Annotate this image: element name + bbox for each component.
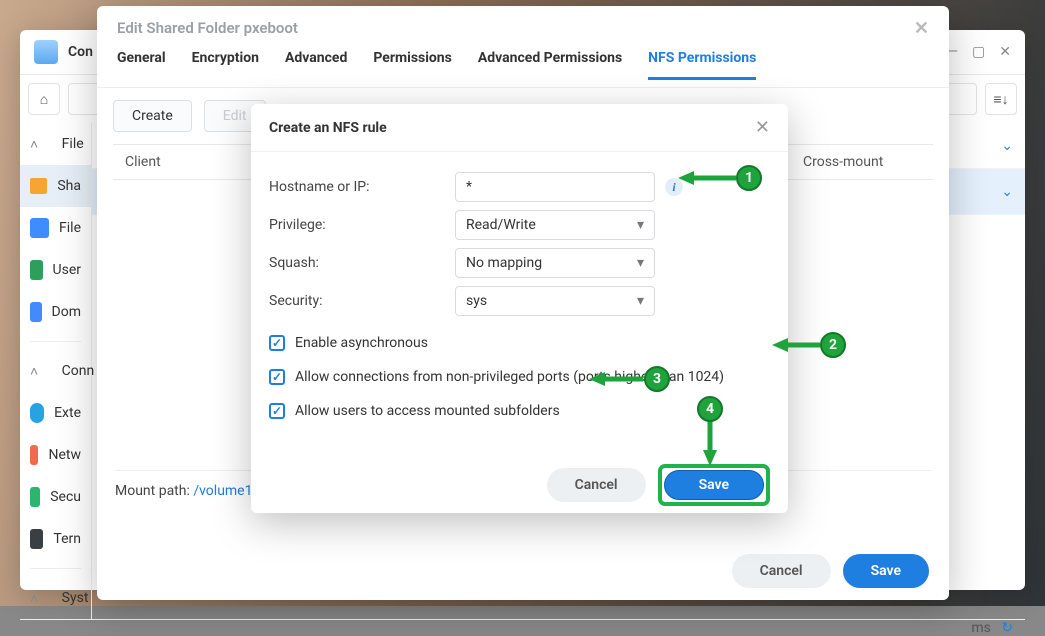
save-button[interactable]: Save — [664, 470, 764, 500]
bgwin-title: Con — [68, 44, 93, 60]
folder-icon — [30, 178, 47, 194]
sidebar-item-domain[interactable]: Dom — [20, 291, 91, 333]
check-subfolders[interactable]: ✓ Allow users to access mounted subfolde… — [269, 394, 770, 428]
security-select[interactable]: sys ▾ — [455, 286, 655, 316]
sidebar-item-label: Sha — [57, 178, 81, 194]
modal-tabs: General Encryption Advanced Permissions … — [97, 50, 949, 88]
bgwin-footer: ms ↻ — [20, 619, 1025, 636]
tab-encryption[interactable]: Encryption — [192, 50, 259, 77]
sidebar-item-label: Exte — [54, 405, 81, 421]
check-async-label: Enable asynchronous — [295, 335, 428, 351]
sidebar-item-external[interactable]: Exte — [20, 392, 91, 434]
sidebar-section-label: Conn — [62, 363, 95, 379]
privilege-value: Read/Write — [466, 217, 536, 233]
close-icon[interactable]: ✕ — [914, 18, 929, 39]
sidebar-section-file[interactable]: ˄ File — [20, 123, 91, 165]
col-cross-mount: Cross-mount — [803, 154, 933, 170]
app-icon — [34, 40, 58, 64]
refresh-icon[interactable]: ↻ — [1001, 620, 1013, 636]
maximize-icon[interactable]: ▢ — [972, 44, 985, 60]
sidebar-section-system[interactable]: ˄ Syst — [20, 577, 91, 619]
hostname-value: * — [466, 179, 472, 195]
modal2-title: Create an NFS rule — [269, 120, 387, 136]
mount-path-label: Mount path: — [115, 483, 193, 499]
shield-icon — [30, 487, 40, 507]
save-button-highlight: Save — [658, 464, 770, 506]
chevron-down-icon: ▾ — [637, 255, 644, 271]
sidebar-item-file[interactable]: File — [20, 207, 91, 249]
hostname-input[interactable]: * — [455, 172, 655, 202]
home-icon: ⌂ — [40, 91, 48, 108]
tab-permissions[interactable]: Permissions — [373, 50, 451, 77]
sidebar-item-label: Tern — [53, 531, 81, 547]
squash-select[interactable]: No mapping ▾ — [455, 248, 655, 278]
tab-general[interactable]: General — [117, 50, 166, 77]
sidebar-item-label: File — [59, 220, 81, 236]
check-nonpriv[interactable]: ✓ Allow connections from non-privileged … — [269, 360, 770, 394]
sort-icon: ≡↓ — [993, 91, 1008, 108]
sidebar-section-connect[interactable]: ˄ Conn — [20, 350, 91, 392]
tab-advanced-permissions[interactable]: Advanced Permissions — [478, 50, 622, 77]
user-icon — [30, 260, 43, 280]
close-icon[interactable]: ✕ — [999, 44, 1011, 60]
items-count-label: ms — [971, 620, 991, 636]
chevron-down-icon: ▾ — [637, 293, 644, 309]
checkbox-icon: ✓ — [269, 335, 285, 351]
squash-value: No mapping — [466, 255, 542, 271]
squash-label: Squash: — [269, 255, 455, 271]
domain-icon — [30, 302, 42, 322]
sidebar-item-network[interactable]: Netw — [20, 434, 91, 476]
left-sidebar: ˄ File Sha File User Dom ˄ Conn Exte Net… — [20, 123, 92, 619]
info-icon[interactable]: i — [665, 178, 683, 196]
sidebar-item-label: Netw — [48, 447, 81, 463]
security-value: sys — [466, 293, 487, 309]
check-async[interactable]: ✓ Enable asynchronous — [269, 326, 770, 360]
checkbox-icon: ✓ — [269, 403, 285, 419]
sidebar-section-label: File — [62, 136, 84, 152]
home-button[interactable]: ⌂ — [28, 83, 60, 115]
hostname-label: Hostname or IP: — [269, 179, 455, 195]
network-icon — [30, 445, 38, 465]
check-subfolders-label: Allow users to access mounted subfolders — [295, 403, 560, 419]
cancel-button[interactable]: Cancel — [547, 468, 646, 502]
sidebar-item-label: User — [53, 262, 81, 278]
sidebar-item-terminal[interactable]: Tern — [20, 518, 91, 560]
sort-button[interactable]: ≡↓ — [985, 83, 1017, 115]
create-button[interactable]: Create — [113, 100, 192, 132]
tab-nfs-permissions[interactable]: NFS Permissions — [648, 50, 756, 80]
cancel-button[interactable]: Cancel — [732, 554, 831, 588]
check-nonpriv-label: Allow connections from non-privileged po… — [295, 369, 724, 385]
file-icon — [30, 218, 49, 238]
sidebar-section-label: Syst — [62, 590, 89, 606]
sidebar-item-label: Secu — [50, 489, 81, 505]
sidebar-item-user[interactable]: User — [20, 249, 91, 291]
sidebar-item-shared[interactable]: Sha — [20, 165, 91, 207]
save-button[interactable]: Save — [843, 554, 929, 588]
close-icon[interactable]: ✕ — [755, 117, 770, 138]
modal-title: Edit Shared Folder pxeboot — [117, 19, 298, 37]
tab-advanced[interactable]: Advanced — [285, 50, 347, 77]
chevron-down-icon: ▾ — [637, 217, 644, 233]
chevron-down-icon: ⌄ — [1001, 138, 1013, 154]
link-icon — [30, 403, 44, 423]
create-nfs-rule-modal: Create an NFS rule ✕ Hostname or IP: * i… — [251, 104, 788, 513]
sidebar-item-security[interactable]: Secu — [20, 476, 91, 518]
terminal-icon — [30, 529, 43, 549]
chevron-down-icon: ⌄ — [1001, 184, 1013, 200]
privilege-select[interactable]: Read/Write ▾ — [455, 210, 655, 240]
sidebar-item-label: Dom — [52, 304, 81, 320]
checkbox-icon: ✓ — [269, 369, 285, 385]
security-label: Security: — [269, 293, 455, 309]
privilege-label: Privilege: — [269, 217, 455, 233]
